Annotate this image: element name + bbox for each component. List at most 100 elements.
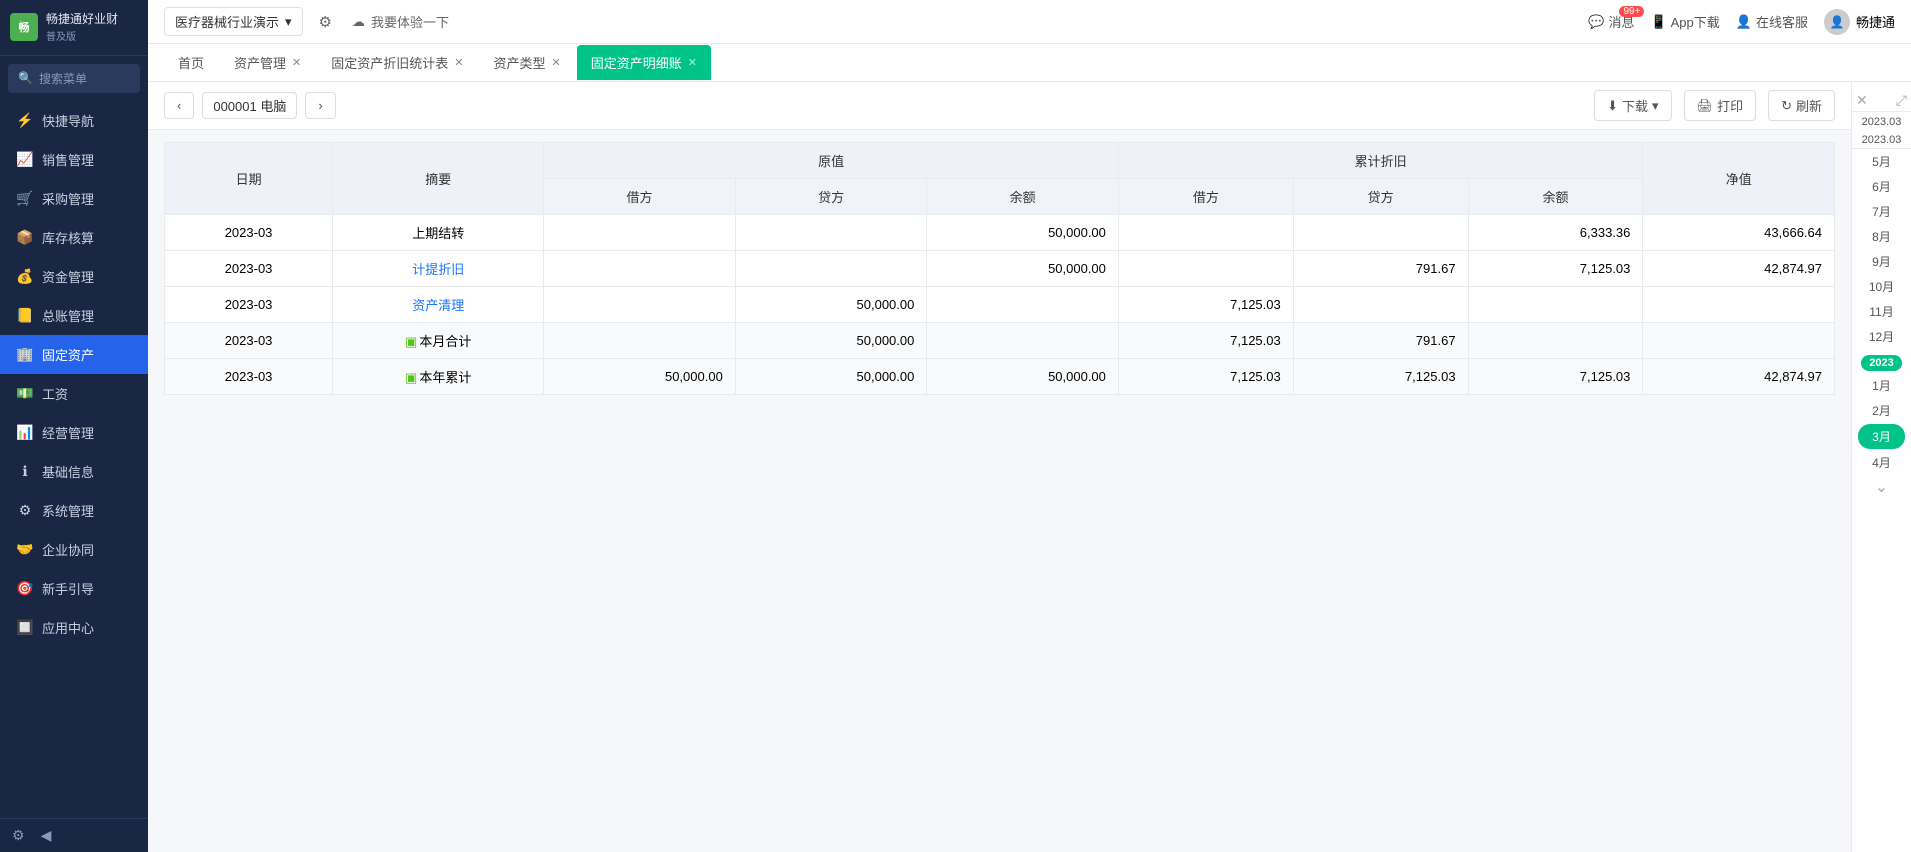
sidebar-nav: ⚡ 快捷导航 📈 销售管理 🛒 采购管理 📦 库存核算 💰 资金管理 📒 总账管… [0,101,148,818]
cell-net: 42,874.97 [1643,251,1835,287]
expand-panel-icon[interactable]: ⤢ [1896,92,1907,109]
cell-orig-balance: 50,000.00 [927,359,1119,395]
sidebar-item-quicknav[interactable]: ⚡ 快捷导航 [0,101,148,140]
sales-icon: 📈 [16,150,34,168]
cell-date: 2023-03 [165,287,333,323]
timeline-1[interactable]: 1月 [1852,373,1911,398]
user-menu[interactable]: 👤 畅捷通 [1824,9,1895,35]
guide-icon: 🎯 [16,579,34,597]
cell-date: 2023-03 [165,359,333,395]
settings-icon[interactable]: ⚙ [12,827,25,844]
service-icon: 👤 [1736,14,1752,30]
summary-icon: ▣ [405,370,417,385]
timeline-6[interactable]: 6月 [1852,174,1911,199]
tab-home[interactable]: 首页 [164,45,218,80]
sidebar-search[interactable]: 🔍 搜索菜单 [8,64,140,93]
topbar-gear-icon[interactable]: ⚙ [315,9,336,35]
timeline-10[interactable]: 10月 [1852,274,1911,299]
cell-accum-balance [1468,323,1643,359]
cell-date: 2023-03 [165,323,333,359]
cell-orig-credit [735,215,927,251]
sidebar-item-payroll[interactable]: 💵 工资 [0,374,148,413]
sidebar-item-finance[interactable]: 💰 资金管理 [0,257,148,296]
download-label: 下载 [1622,96,1648,115]
tab-home-label: 首页 [178,53,204,72]
print-button[interactable]: 🖨 打印 [1684,90,1757,121]
asset-code: 000001 电脑 [213,96,286,115]
tabs-bar: 首页 资产管理 ✕ 固定资产折旧统计表 ✕ 资产类型 ✕ 固定资产明细账 ✕ [148,44,1911,82]
timeline-3-active[interactable]: 3月 [1858,424,1905,449]
timeline-5[interactable]: 5月 [1852,149,1911,174]
sidebar-item-fixedasset[interactable]: 🏢 固定资产 [0,335,148,374]
table-row: 2023-03 计提折旧 50,000.00 791.67 7,125.03 4… [165,251,1835,287]
timeline-7[interactable]: 7月 [1852,199,1911,224]
sidebar-item-basic[interactable]: ℹ 基础信息 [0,452,148,491]
sidebar-item-appstore[interactable]: 🔲 应用中心 [0,608,148,647]
col-accum-debit-header: 借方 [1118,179,1293,215]
cell-net [1643,287,1835,323]
message-button[interactable]: 💬 消息 99+ [1588,12,1634,31]
sidebar-logo: 畅 [10,13,38,41]
refresh-button[interactable]: ↻ 刷新 [1768,90,1835,121]
sidebar-item-ledger[interactable]: 📒 总账管理 [0,296,148,335]
timeline-8[interactable]: 8月 [1852,224,1911,249]
timeline-12[interactable]: 12月 [1852,324,1911,349]
cell-accum-credit [1293,287,1468,323]
timeline-2[interactable]: 2月 [1852,398,1911,423]
sidebar-item-purchase[interactable]: 🛒 采购管理 [0,179,148,218]
sidebar-item-sales[interactable]: 📈 销售管理 [0,140,148,179]
tab-asset-mgmt-close[interactable]: ✕ [292,56,301,69]
asset-navigation: ‹ 000001 电脑 › [164,92,336,119]
col-original-header: 原值 [544,143,1119,179]
tab-asset-mgmt[interactable]: 资产管理 ✕ [220,45,315,80]
timeline-scroll-down[interactable]: ⌄ [1852,475,1911,499]
sidebar-item-operations[interactable]: 📊 经营管理 [0,413,148,452]
tab-depreciation-stats[interactable]: 固定资产折旧统计表 ✕ [317,45,477,80]
sidebar-item-label: 销售管理 [42,150,94,169]
cell-orig-debit: 50,000.00 [544,359,736,395]
cell-accum-balance: 6,333.36 [1468,215,1643,251]
timeline-11[interactable]: 11月 [1852,299,1911,324]
next-asset-button[interactable]: › [305,92,335,119]
sidebar-item-label: 新手引导 [42,579,94,598]
cell-date: 2023-03 [165,215,333,251]
search-icon: 🔍 [18,71,33,85]
cell-orig-credit: 50,000.00 [735,359,927,395]
tab-asset-detail[interactable]: 固定资产明细账 ✕ [577,45,711,80]
tab-depreciation-label: 固定资产折旧统计表 [331,53,448,72]
toolbar-actions: ⬇ 下载 ▾ 🖨 打印 ↻ 刷新 [1594,90,1835,121]
operations-icon: 📊 [16,423,34,441]
download-button[interactable]: ⬇ 下载 ▾ [1594,90,1671,121]
experience-icon: ☁ [352,14,365,30]
cell-accum-credit [1293,215,1468,251]
experience-button[interactable]: ☁ 我要体验一下 [352,12,449,31]
app-download-button[interactable]: 📱 App下载 [1650,12,1719,31]
cell-orig-debit [544,251,736,287]
company-selector[interactable]: 医疗器械行业演示 ▾ [164,7,303,36]
sidebar-item-enterprise[interactable]: 🤝 企业协同 [0,530,148,569]
cell-accum-credit: 7,125.03 [1293,359,1468,395]
sidebar-header: 畅 畅捷通好业财 普及版 [0,0,148,56]
cell-accum-balance: 7,125.03 [1468,251,1643,287]
collapse-icon[interactable]: ◀ [41,827,52,844]
sidebar-item-label: 系统管理 [42,501,94,520]
tab-asset-type-close[interactable]: ✕ [552,56,561,69]
close-panel-icon[interactable]: ✕ [1856,92,1868,109]
sidebar-item-label: 工资 [42,384,68,403]
tab-asset-type[interactable]: 资产类型 ✕ [479,45,574,80]
sidebar-item-guide[interactable]: 🎯 新手引导 [0,569,148,608]
prev-asset-button[interactable]: ‹ [164,92,194,119]
sidebar-item-inventory[interactable]: 📦 库存核算 [0,218,148,257]
sidebar-item-system[interactable]: ⚙ 系统管理 [0,491,148,530]
tab-asset-detail-close[interactable]: ✕ [688,56,697,69]
tab-asset-detail-label: 固定资产明细账 [591,53,682,72]
cell-net [1643,323,1835,359]
timeline-4[interactable]: 4月 [1852,450,1911,475]
cell-summary: 计提折旧 [333,251,544,287]
cell-accum-balance: 7,125.03 [1468,359,1643,395]
tab-depreciation-close[interactable]: ✕ [454,56,463,69]
cell-orig-debit [544,215,736,251]
timeline-9[interactable]: 9月 [1852,249,1911,274]
sidebar-item-label: 库存核算 [42,228,94,247]
online-service-button[interactable]: 👤 在线客服 [1736,12,1808,31]
